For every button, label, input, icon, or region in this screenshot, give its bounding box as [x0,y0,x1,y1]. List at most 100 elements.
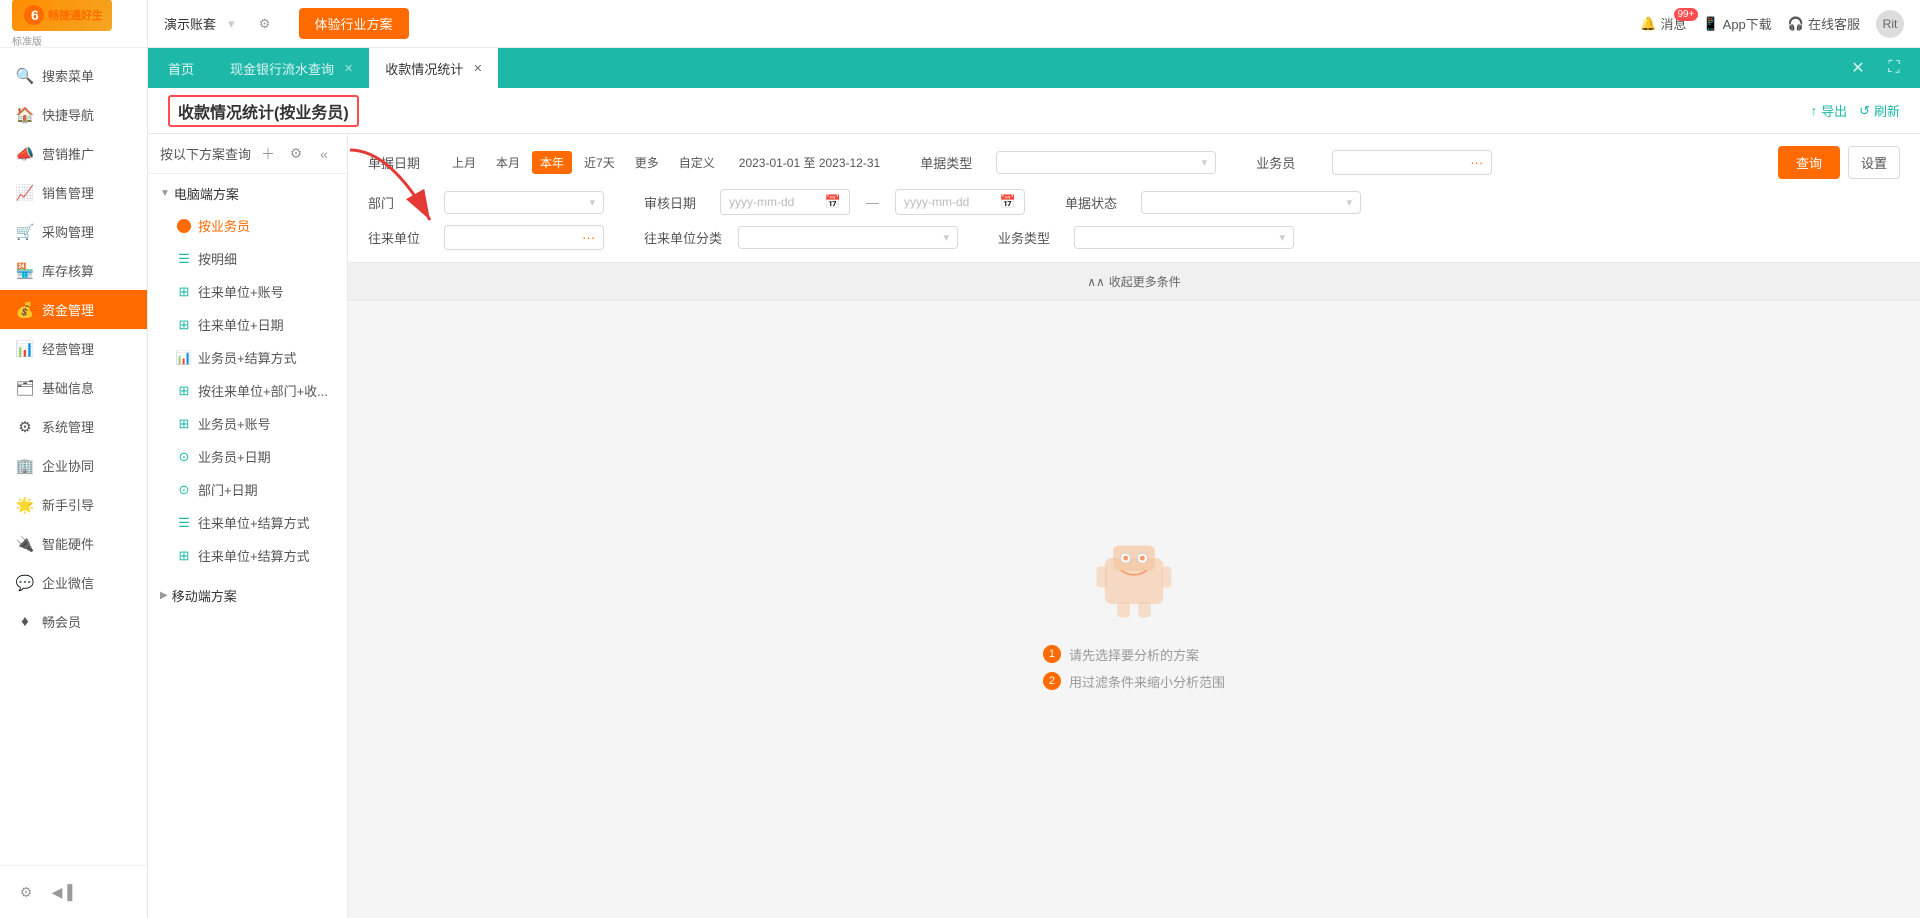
scheme-item-partner-dept[interactable]: ⊞ 按往来单位+部门+收... [148,374,347,407]
scheme-item-dept-date-label: 部门+日期 [198,480,258,499]
tab-receipt-close[interactable]: ✕ [473,62,482,75]
inventory-icon: 🏪 [16,262,34,280]
topbar-chevron-icon: ▾ [228,16,235,32]
sidebar-item-wechat-label: 企业微信 [42,573,94,592]
company-name: 演示账套 [164,14,216,33]
export-btn[interactable]: ↑ 导出 [1811,101,1848,120]
sidebar-item-purchase[interactable]: 🛒 采购管理 [0,212,147,251]
sidebar-item-marketing[interactable]: 📣 营销推广 [0,134,147,173]
scheme-group-mobile-header[interactable]: ▶ 移动端方案 [148,580,347,611]
finance-icon: 💰 [16,301,34,319]
scheme-item-salesperson-account-label: 业务员+账号 [198,414,271,433]
audit-date-from[interactable]: yyyy-mm-dd 📅 [720,189,850,215]
date-tab-7days[interactable]: 近7天 [576,151,623,174]
scheme-item-partner-account[interactable]: ⊞ 往来单位+账号 [148,275,347,308]
sidebar-item-guide-label: 新手引导 [42,495,94,514]
tab-expand-btn[interactable]: ⛶ [1880,54,1908,82]
scheme-settings-btn[interactable]: ⚙ [285,143,307,165]
sidebar-item-system[interactable]: ⚙ 系统管理 [0,407,147,446]
tab-receipt[interactable]: 收款情况统计 ✕ [369,48,498,88]
sidebar-item-vip[interactable]: ♦ 畅会员 [0,602,147,641]
filter-settings-btn[interactable]: 设置 [1848,146,1900,179]
scheme-item-dept-date[interactable]: ⊙ 部门+日期 [148,473,347,506]
date-tab-more[interactable]: 更多 [627,151,667,174]
date-tab-custom[interactable]: 自定义 [671,151,723,174]
tab-bank[interactable]: 现金银行流水查询 ✕ [214,48,369,88]
online-service-btn[interactable]: 🎧 在线客服 [1788,14,1860,33]
scheme-item-partner-account-label: 往来单位+账号 [198,282,284,301]
tip-num-2: 2 [1043,672,1061,690]
partner-category-arrow-icon: ▾ [943,231,949,244]
scheme-item-partner-payment2[interactable]: ⊞ 往来单位+结算方式 [148,539,347,572]
tab-receipt-label: 收款情况统计 [385,59,463,78]
voucher-status-arrow-icon: ▾ [1346,196,1352,209]
tab-bank-close[interactable]: ✕ [344,62,353,75]
sidebar-item-basic-label: 基础信息 [42,378,94,397]
user-avatar[interactable]: Rit [1876,10,1904,38]
tabbar-right: ✕ ⛶ [1844,54,1920,82]
sidebar-item-inventory[interactable]: 🏪 库存核算 [0,251,147,290]
sidebar-item-enterprise[interactable]: 🏢 企业协同 [0,446,147,485]
table-icon-3: ⊞ [176,383,192,399]
sidebar-bottom: ⚙ ◀▐ [0,865,147,918]
collapse-bar[interactable]: ∧∧ 收起更多条件 [348,263,1920,301]
salesperson-more-icon[interactable]: ··· [1470,155,1483,170]
query-btn[interactable]: 查询 [1778,146,1840,179]
empty-tip-1: 1 请先选择要分析的方案 [1043,645,1225,664]
app-download-btn[interactable]: 📱 App下载 [1702,14,1771,33]
sidebar-item-search[interactable]: 🔍 搜索菜单 [0,56,147,95]
salesperson-dropdown[interactable]: ··· [1332,150,1492,175]
sidebar-item-guide[interactable]: 🌟 新手引导 [0,485,147,524]
voucher-type-dropdown[interactable]: ▾ [996,151,1216,174]
scheme-item-salesperson[interactable]: 按业务员 [148,209,347,242]
wechat-icon: 💬 [16,574,34,592]
trial-btn[interactable]: 体验行业方案 [299,8,409,39]
tab-close-all-btn[interactable]: ✕ [1844,54,1872,82]
sidebar-item-operations-label: 经营管理 [42,339,94,358]
scheme-add-btn[interactable]: ＋ [257,143,279,165]
sidebar-item-sales[interactable]: 📈 销售管理 [0,173,147,212]
date-tab-this-month[interactable]: 本月 [488,151,528,174]
scheme-item-partner-payment1[interactable]: ☰ 往来单位+结算方式 [148,506,347,539]
tab-home[interactable]: 首页 [148,48,214,88]
sidebar-logo: 6 畅捷通好生意 标准版 [0,0,147,48]
partner-dropdown[interactable]: ··· [444,225,604,250]
scheme-item-salesperson-date[interactable]: ⊙ 业务员+日期 [148,440,347,473]
dept-dropdown[interactable]: ▾ [444,191,604,214]
scheme-item-detail[interactable]: ☰ 按明细 [148,242,347,275]
sidebar-item-operations[interactable]: 📊 经营管理 [0,329,147,368]
sidebar-item-quicknav[interactable]: 🏠 快捷导航 [0,95,147,134]
sidebar-item-wechat[interactable]: 💬 企业微信 [0,563,147,602]
scheme-title: 按以下方案查询 [160,144,251,163]
date-tab-last-month[interactable]: 上月 [444,151,484,174]
scheme-group-desktop-header[interactable]: ▼ 电脑端方案 [148,178,347,209]
partner-more-icon[interactable]: ··· [582,230,595,245]
date-tab-this-year[interactable]: 本年 [532,151,572,174]
business-type-dropdown[interactable]: ▾ [1074,226,1294,249]
audit-date-to[interactable]: yyyy-mm-dd 📅 [895,189,1025,215]
refresh-btn[interactable]: ↺ 刷新 [1859,101,1900,120]
scheme-item-salesperson-account[interactable]: ⊞ 业务员+账号 [148,407,347,440]
topbar-right: 🔔 消息 99+ 📱 App下载 🎧 在线客服 Rit [1640,10,1904,38]
scheme-panel: 按以下方案查询 ＋ ⚙ « ▼ 电脑端方案 按业务员 [148,134,348,918]
topbar-settings-btn[interactable]: ⚙ [251,10,279,38]
sidebar-item-hardware[interactable]: 🔌 智能硬件 [0,524,147,563]
vip-icon: ♦ [16,613,34,631]
sidebar-item-finance[interactable]: 💰 资金管理 [0,290,147,329]
tabbar: 首页 现金银行流水查询 ✕ 收款情况统计 ✕ ✕ ⛶ [148,48,1920,88]
scheme-collapse-btn[interactable]: « [313,143,335,165]
scheme-item-partner-date[interactable]: ⊞ 往来单位+日期 [148,308,347,341]
voucher-status-dropdown[interactable]: ▾ [1141,191,1361,214]
collapse-sidebar-btn[interactable]: ◀▐ [48,878,76,906]
phone-icon: 📱 [1702,16,1718,32]
partner-category-dropdown[interactable]: ▾ [738,226,958,249]
sidebar-item-basic[interactable]: 🗂 基础信息 [0,368,147,407]
settings-bottom-btn[interactable]: ⚙ [12,878,40,906]
message-btn[interactable]: 🔔 消息 99+ [1640,14,1686,33]
version-tag: 标准版 [12,33,112,48]
audit-date-to-placeholder: yyyy-mm-dd [904,195,996,209]
sidebar-item-finance-label: 资金管理 [42,300,94,319]
scheme-item-salesperson-payment[interactable]: 📊 业务员+结算方式 [148,341,347,374]
filter-area: 单据日期 上月 本月 本年 近7天 更多 自定义 2023-01-01 至 20… [348,134,1920,263]
content-area: 按以下方案查询 ＋ ⚙ « ▼ 电脑端方案 按业务员 [148,134,1920,918]
